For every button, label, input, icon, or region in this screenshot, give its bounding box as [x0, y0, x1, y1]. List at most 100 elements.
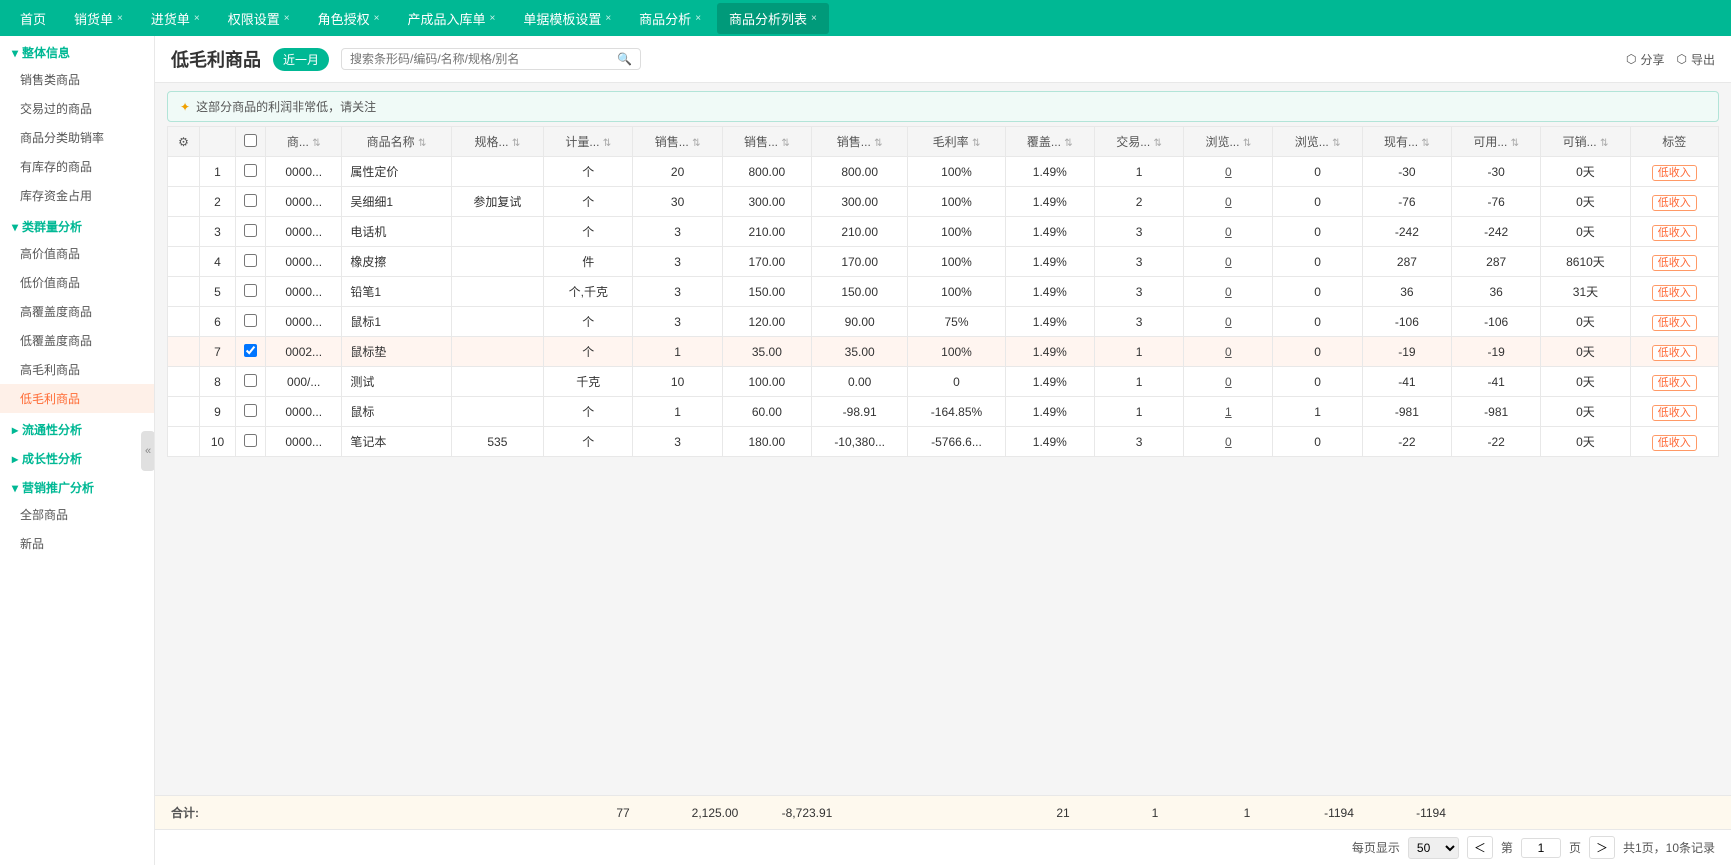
nav-close-role[interactable]: × — [374, 13, 380, 24]
sidebar-item-low-profit[interactable]: 低毛利商品 — [0, 384, 154, 413]
th-unit[interactable]: 计量... ⇅ — [544, 127, 633, 157]
row-name[interactable]: 鼠标1 — [342, 307, 451, 337]
row-check[interactable] — [236, 367, 266, 397]
row-browse1[interactable]: 0 — [1184, 157, 1273, 187]
prev-page-button[interactable]: ＜ — [1467, 836, 1493, 859]
sidebar-item-high-profit[interactable]: 高毛利商品 — [0, 355, 154, 384]
row-name[interactable]: 测试 — [342, 367, 451, 397]
sidebar-item-new-products[interactable]: 新品 — [0, 529, 154, 558]
th-name[interactable]: 商品名称 ⇅ — [342, 127, 451, 157]
browse1-link[interactable]: 0 — [1225, 375, 1232, 389]
sidebar-item-in-stock[interactable]: 有库存的商品 — [0, 152, 154, 181]
browse1-link[interactable]: 0 — [1225, 285, 1232, 299]
browse1-link[interactable]: 0 — [1225, 165, 1232, 179]
browse1-link[interactable]: 0 — [1225, 315, 1232, 329]
row-name[interactable]: 电话机 — [342, 217, 451, 247]
row-name[interactable]: 笔记本 — [342, 427, 451, 457]
row-checkbox[interactable] — [244, 164, 257, 177]
browse1-link[interactable]: 0 — [1225, 195, 1232, 209]
row-check[interactable] — [236, 217, 266, 247]
nav-purchase[interactable]: 进货单 × — [139, 3, 212, 34]
th-gross-rate[interactable]: 毛利率 ⇅ — [908, 127, 1005, 157]
th-available[interactable]: 可用... ⇅ — [1452, 127, 1541, 157]
th-check[interactable] — [236, 127, 266, 157]
th-sales1[interactable]: 销售... ⇅ — [633, 127, 722, 157]
row-checkbox[interactable] — [244, 194, 257, 207]
th-trade[interactable]: 交易... ⇅ — [1094, 127, 1183, 157]
th-settings[interactable]: ⚙ — [168, 127, 200, 157]
sidebar-item-high-value[interactable]: 高价值商品 — [0, 239, 154, 268]
th-browse2[interactable]: 浏览... ⇅ — [1273, 127, 1362, 157]
row-check[interactable] — [236, 187, 266, 217]
sidebar-section-circulation[interactable]: ▸ 流通性分析 — [0, 413, 154, 442]
th-browse1[interactable]: 浏览... ⇅ — [1184, 127, 1273, 157]
search-input[interactable] — [350, 52, 617, 66]
row-name[interactable]: 吴细细1 — [342, 187, 451, 217]
browse1-link[interactable]: 0 — [1225, 345, 1232, 359]
sidebar-section-growth[interactable]: ▸ 成长性分析 — [0, 442, 154, 471]
page-number-input[interactable] — [1521, 838, 1561, 858]
nav-close-permission[interactable]: × — [284, 13, 290, 24]
row-name[interactable]: 橡皮擦 — [342, 247, 451, 277]
nav-close-product-inbound[interactable]: × — [489, 13, 495, 24]
row-check[interactable] — [236, 427, 266, 457]
th-sales2[interactable]: 销售... ⇅ — [722, 127, 811, 157]
browse1-link[interactable]: 1 — [1225, 405, 1232, 419]
nav-close-sales[interactable]: × — [117, 13, 123, 24]
row-browse1[interactable]: 0 — [1184, 337, 1273, 367]
row-checkbox[interactable] — [244, 314, 257, 327]
row-check[interactable] — [236, 157, 266, 187]
nav-close-product-analysis[interactable]: × — [695, 13, 701, 24]
browse1-link[interactable]: 0 — [1225, 225, 1232, 239]
row-check[interactable] — [236, 277, 266, 307]
row-name[interactable]: 铅笔1 — [342, 277, 451, 307]
nav-template[interactable]: 单据模板设置 × — [511, 3, 623, 34]
nav-close-product-analysis-list[interactable]: × — [811, 13, 817, 24]
nav-sales[interactable]: 销货单 × — [62, 3, 135, 34]
row-browse1[interactable]: 0 — [1184, 427, 1273, 457]
period-button[interactable]: 近一月 — [273, 48, 329, 71]
row-browse1[interactable]: 1 — [1184, 397, 1273, 427]
export-button[interactable]: ⬡ 导出 — [1677, 51, 1716, 68]
th-coverage[interactable]: 覆盖... ⇅ — [1005, 127, 1094, 157]
th-saleable[interactable]: 可销... ⇅ — [1541, 127, 1630, 157]
next-page-button[interactable]: ＞ — [1589, 836, 1615, 859]
row-name[interactable]: 鼠标 — [342, 397, 451, 427]
row-check[interactable] — [236, 247, 266, 277]
row-checkbox[interactable] — [244, 404, 257, 417]
row-browse1[interactable]: 0 — [1184, 307, 1273, 337]
th-code[interactable]: 商... ⇅ — [266, 127, 342, 157]
row-checkbox[interactable] — [244, 434, 257, 447]
sidebar-item-inventory-capital[interactable]: 库存资金占用 — [0, 181, 154, 210]
page-size-select[interactable]: 50 100 200 — [1408, 837, 1459, 859]
nav-role[interactable]: 角色授权 × — [306, 3, 392, 34]
row-browse1[interactable]: 0 — [1184, 367, 1273, 397]
row-checkbox[interactable] — [244, 344, 257, 357]
sidebar-item-low-coverage[interactable]: 低覆盖度商品 — [0, 326, 154, 355]
sidebar-item-sales-products[interactable]: 销售类商品 — [0, 65, 154, 94]
sidebar-item-category-sales[interactable]: 商品分类助销率 — [0, 123, 154, 152]
row-name[interactable]: 鼠标垫 — [342, 337, 451, 367]
row-browse1[interactable]: 0 — [1184, 277, 1273, 307]
select-all-checkbox[interactable] — [244, 134, 257, 147]
nav-product-analysis-list[interactable]: 商品分析列表 × — [717, 3, 829, 34]
search-icon[interactable]: 🔍 — [617, 52, 632, 66]
nav-close-purchase[interactable]: × — [194, 13, 200, 24]
row-check[interactable] — [236, 307, 266, 337]
sidebar-item-all-products[interactable]: 全部商品 — [0, 500, 154, 529]
sidebar-item-traded-products[interactable]: 交易过的商品 — [0, 94, 154, 123]
row-check[interactable] — [236, 337, 266, 367]
nav-product-analysis[interactable]: 商品分析 × — [627, 3, 713, 34]
row-browse1[interactable]: 0 — [1184, 217, 1273, 247]
sidebar-section-marketing[interactable]: ▾ 营销推广分析 — [0, 471, 154, 500]
row-checkbox[interactable] — [244, 254, 257, 267]
row-checkbox[interactable] — [244, 374, 257, 387]
th-spec[interactable]: 规格... ⇅ — [451, 127, 544, 157]
nav-home[interactable]: 首页 — [8, 3, 58, 34]
th-current[interactable]: 现有... ⇅ — [1362, 127, 1451, 157]
sidebar-section-cluster[interactable]: ▾ 类群量分析 — [0, 210, 154, 239]
row-checkbox[interactable] — [244, 224, 257, 237]
browse1-link[interactable]: 0 — [1225, 255, 1232, 269]
th-sales3[interactable]: 销售... ⇅ — [812, 127, 908, 157]
row-checkbox[interactable] — [244, 284, 257, 297]
